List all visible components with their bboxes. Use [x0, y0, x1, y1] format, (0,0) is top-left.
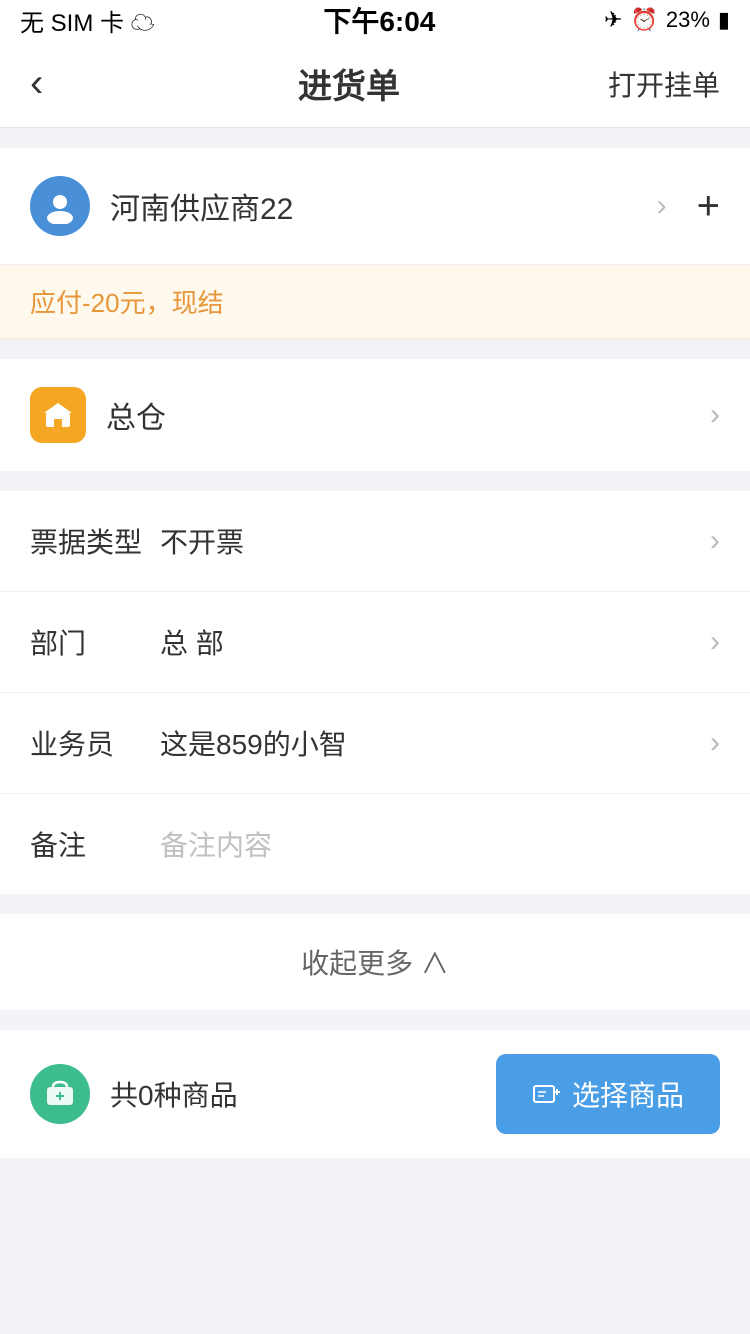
open-pending-button[interactable]: 打开挂单 [608, 64, 720, 104]
status-right: ✈ ⏰ 23% ▮ [604, 7, 730, 33]
remark-row[interactable]: 备注 备注内容 [0, 794, 750, 894]
form-section: 票据类型 不开票 › 部门 总 部 › 业务员 这是859的小智 › 备注 备注… [0, 491, 750, 894]
warehouse-section[interactable]: 总仓 › [0, 359, 750, 471]
back-button[interactable]: ‹ [30, 61, 90, 106]
status-time: 下午6:04 [323, 0, 435, 40]
invoice-type-label: 票据类型 [30, 521, 160, 561]
warehouse-name: 总仓 [106, 393, 710, 437]
status-bar: 无 SIM 卡 ☁ 下午6:04 ✈ ⏰ 23% ▮ [0, 0, 750, 40]
warehouse-chevron-icon: › [710, 398, 720, 432]
department-row[interactable]: 部门 总 部 › [0, 592, 750, 693]
department-chevron-icon: › [710, 625, 720, 659]
invoice-type-chevron-icon: › [710, 524, 720, 558]
battery-text: 23% [666, 7, 710, 33]
collapse-button[interactable]: 收起更多 ∧ [0, 914, 750, 1010]
invoice-type-value: 不开票 [160, 521, 710, 561]
remark-input[interactable]: 备注内容 [160, 824, 720, 864]
department-label: 部门 [30, 622, 160, 662]
supplier-chevron-icon: › [657, 189, 667, 223]
status-left: 无 SIM 卡 ☁ [20, 3, 155, 38]
location-icon: ✈ [604, 7, 622, 33]
salesman-row[interactable]: 业务员 这是859的小智 › [0, 693, 750, 794]
salesman-label: 业务员 [30, 723, 160, 763]
select-product-label: 选择商品 [572, 1074, 684, 1114]
nav-bar: ‹ 进货单 打开挂单 [0, 40, 750, 128]
remark-label: 备注 [30, 824, 160, 864]
alarm-icon: ⏰ [630, 7, 657, 33]
supplier-row[interactable]: 河南供应商22 › + [0, 148, 750, 265]
product-icon [30, 1064, 90, 1124]
page-title: 进货单 [298, 59, 400, 108]
invoice-type-row[interactable]: 票据类型 不开票 › [0, 491, 750, 592]
select-product-button[interactable]: 选择商品 [496, 1054, 720, 1134]
salesman-chevron-icon: › [710, 726, 720, 760]
product-count: 共0种商品 [110, 1074, 476, 1114]
content-area: 河南供应商22 › + 应付-20元，现结 总仓 › 票据类型 不开票 › [0, 148, 750, 1158]
add-supplier-button[interactable]: + [697, 184, 720, 229]
bottom-bar: 共0种商品 选择商品 [0, 1030, 750, 1158]
department-value: 总 部 [160, 622, 710, 662]
supplier-notice: 应付-20元，现结 [0, 265, 750, 339]
salesman-value: 这是859的小智 [160, 723, 710, 763]
battery-icon: ▮ [718, 7, 730, 33]
warehouse-row[interactable]: 总仓 › [0, 359, 750, 471]
supplier-section: 河南供应商22 › + 应付-20元，现结 [0, 148, 750, 339]
sim-signal: 无 SIM 卡 ☁ [20, 3, 155, 38]
warehouse-icon [30, 387, 86, 443]
supplier-avatar [30, 176, 90, 236]
supplier-name: 河南供应商22 [110, 184, 657, 228]
